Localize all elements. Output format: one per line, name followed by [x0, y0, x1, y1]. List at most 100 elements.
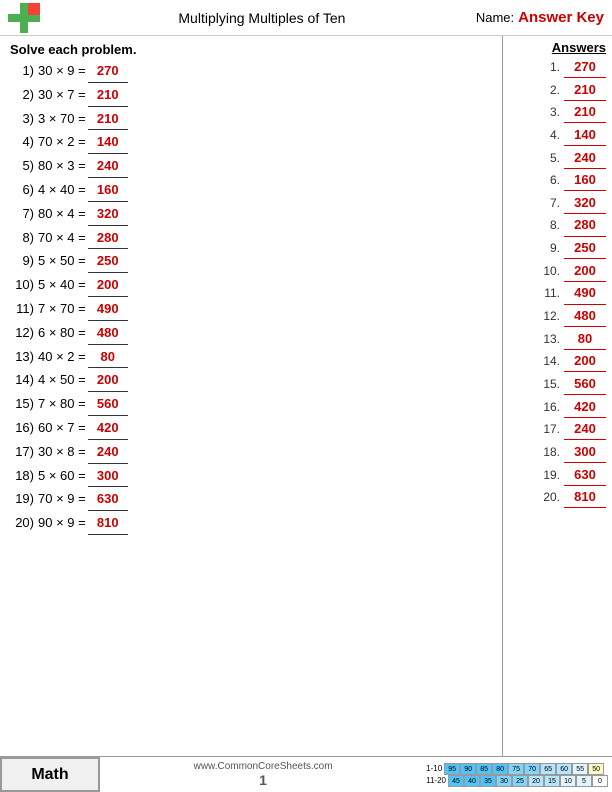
problem-equation: 70 × 2 = — [38, 132, 86, 153]
problem-number: 12) — [10, 323, 38, 344]
problem-row: 10) 5 × 40 = 200 — [10, 275, 492, 297]
problem-number: 5) — [10, 156, 38, 177]
answer-row: 15. 560 — [509, 374, 606, 395]
problem-row: 7) 80 × 4 = 320 — [10, 204, 492, 226]
problem-answer: 210 — [88, 85, 128, 107]
answer-row: 4. 140 — [509, 125, 606, 146]
problem-answer: 810 — [88, 513, 128, 535]
footer-center: www.CommonCoreSheets.com 1 — [100, 757, 426, 792]
problem-row: 1) 30 × 9 = 270 — [10, 61, 492, 83]
problem-equation: 4 × 40 = — [38, 180, 86, 201]
problem-number: 2) — [10, 85, 38, 106]
answer-row: 7. 320 — [509, 193, 606, 214]
score-cell: 85 — [476, 763, 492, 775]
answer-number: 11. — [544, 284, 560, 303]
problem-equation: 30 × 7 = — [38, 85, 86, 106]
score-cell: 30 — [496, 775, 512, 787]
answer-value: 200 — [564, 351, 606, 372]
instructions-label: Solve each problem. — [10, 42, 492, 57]
answer-row: 6. 160 — [509, 170, 606, 191]
problem-equation: 80 × 4 = — [38, 204, 86, 225]
answer-value: 490 — [564, 283, 606, 304]
problem-number: 20) — [10, 513, 38, 534]
problem-equation: 30 × 8 = — [38, 442, 86, 463]
score-cell: 70 — [524, 763, 540, 775]
page-header: Multiplying Multiples of Ten Name: Answe… — [0, 0, 612, 36]
score-range-label: 1-10 — [426, 764, 442, 773]
problem-row: 8) 70 × 4 = 280 — [10, 228, 492, 250]
score-cell: 0 — [592, 775, 608, 787]
problem-answer: 630 — [88, 489, 128, 511]
score-cell: 35 — [480, 775, 496, 787]
page-number: 1 — [259, 772, 267, 788]
answer-number: 12. — [543, 307, 560, 326]
logo-vertical-bar — [20, 3, 28, 33]
answer-value: 140 — [564, 125, 606, 146]
answer-value: 420 — [564, 397, 606, 418]
answer-number: 10. — [543, 262, 560, 281]
answer-number: 1. — [550, 58, 560, 77]
answer-number: 16. — [543, 398, 560, 417]
problem-number: 18) — [10, 466, 38, 487]
answer-number: 19. — [543, 466, 560, 485]
problem-row: 13) 40 × 2 = 80 — [10, 347, 492, 369]
main-content: Solve each problem. 1) 30 × 9 = 270 2) 3… — [0, 36, 612, 756]
answer-value: 250 — [564, 238, 606, 259]
score-cell: 55 — [572, 763, 588, 775]
problem-equation: 40 × 2 = — [38, 347, 86, 368]
problem-answer: 490 — [88, 299, 128, 321]
answer-row: 13. 80 — [509, 329, 606, 350]
score-cell: 20 — [528, 775, 544, 787]
problem-row: 15) 7 × 80 = 560 — [10, 394, 492, 416]
problem-answer: 160 — [88, 180, 128, 202]
score-cell: 5 — [576, 775, 592, 787]
answer-number: 18. — [543, 443, 560, 462]
problem-row: 17) 30 × 8 = 240 — [10, 442, 492, 464]
problem-equation: 7 × 80 = — [38, 394, 86, 415]
problem-number: 11) — [10, 299, 38, 320]
problem-number: 9) — [10, 251, 38, 272]
answer-value: 160 — [564, 170, 606, 191]
answer-row: 18. 300 — [509, 442, 606, 463]
problem-equation: 70 × 4 = — [38, 228, 86, 249]
problem-number: 8) — [10, 228, 38, 249]
problem-row: 6) 4 × 40 = 160 — [10, 180, 492, 202]
answer-row: 2. 210 — [509, 80, 606, 101]
score-cell: 80 — [492, 763, 508, 775]
answer-row: 20. 810 — [509, 487, 606, 508]
problem-number: 4) — [10, 132, 38, 153]
problem-number: 17) — [10, 442, 38, 463]
answer-row: 10. 200 — [509, 261, 606, 282]
problem-answer: 200 — [88, 275, 128, 297]
answer-row: 17. 240 — [509, 419, 606, 440]
logo — [8, 3, 40, 33]
score-cell: 75 — [508, 763, 524, 775]
answer-value: 270 — [564, 57, 606, 78]
answer-value: 210 — [564, 102, 606, 123]
answer-value: 240 — [564, 148, 606, 169]
worksheet-title: Multiplying Multiples of Ten — [48, 10, 476, 26]
problem-number: 14) — [10, 370, 38, 391]
answer-row: 5. 240 — [509, 148, 606, 169]
math-label: Math — [31, 766, 68, 784]
answer-value: 280 — [564, 215, 606, 236]
answers-header: Answers — [509, 40, 606, 55]
score-cell: 95 — [444, 763, 460, 775]
score-cell: 25 — [512, 775, 528, 787]
problem-row: 18) 5 × 60 = 300 — [10, 466, 492, 488]
problem-row: 3) 3 × 70 = 210 — [10, 109, 492, 131]
score-cell: 40 — [464, 775, 480, 787]
answer-value: 560 — [564, 374, 606, 395]
score-cell: 15 — [544, 775, 560, 787]
problem-row: 5) 80 × 3 = 240 — [10, 156, 492, 178]
problem-equation: 5 × 40 = — [38, 275, 86, 296]
problem-equation: 80 × 3 = — [38, 156, 86, 177]
answer-value: 80 — [564, 329, 606, 350]
answer-row: 8. 280 — [509, 215, 606, 236]
score-range-label: 11-20 — [426, 776, 446, 785]
problem-answer: 280 — [88, 228, 128, 250]
answer-number: 17. — [543, 420, 560, 439]
answer-panel: Answers 1. 270 2. 210 3. 210 4. 140 5. 2… — [502, 36, 612, 756]
answer-value: 320 — [564, 193, 606, 214]
problem-answer: 300 — [88, 466, 128, 488]
